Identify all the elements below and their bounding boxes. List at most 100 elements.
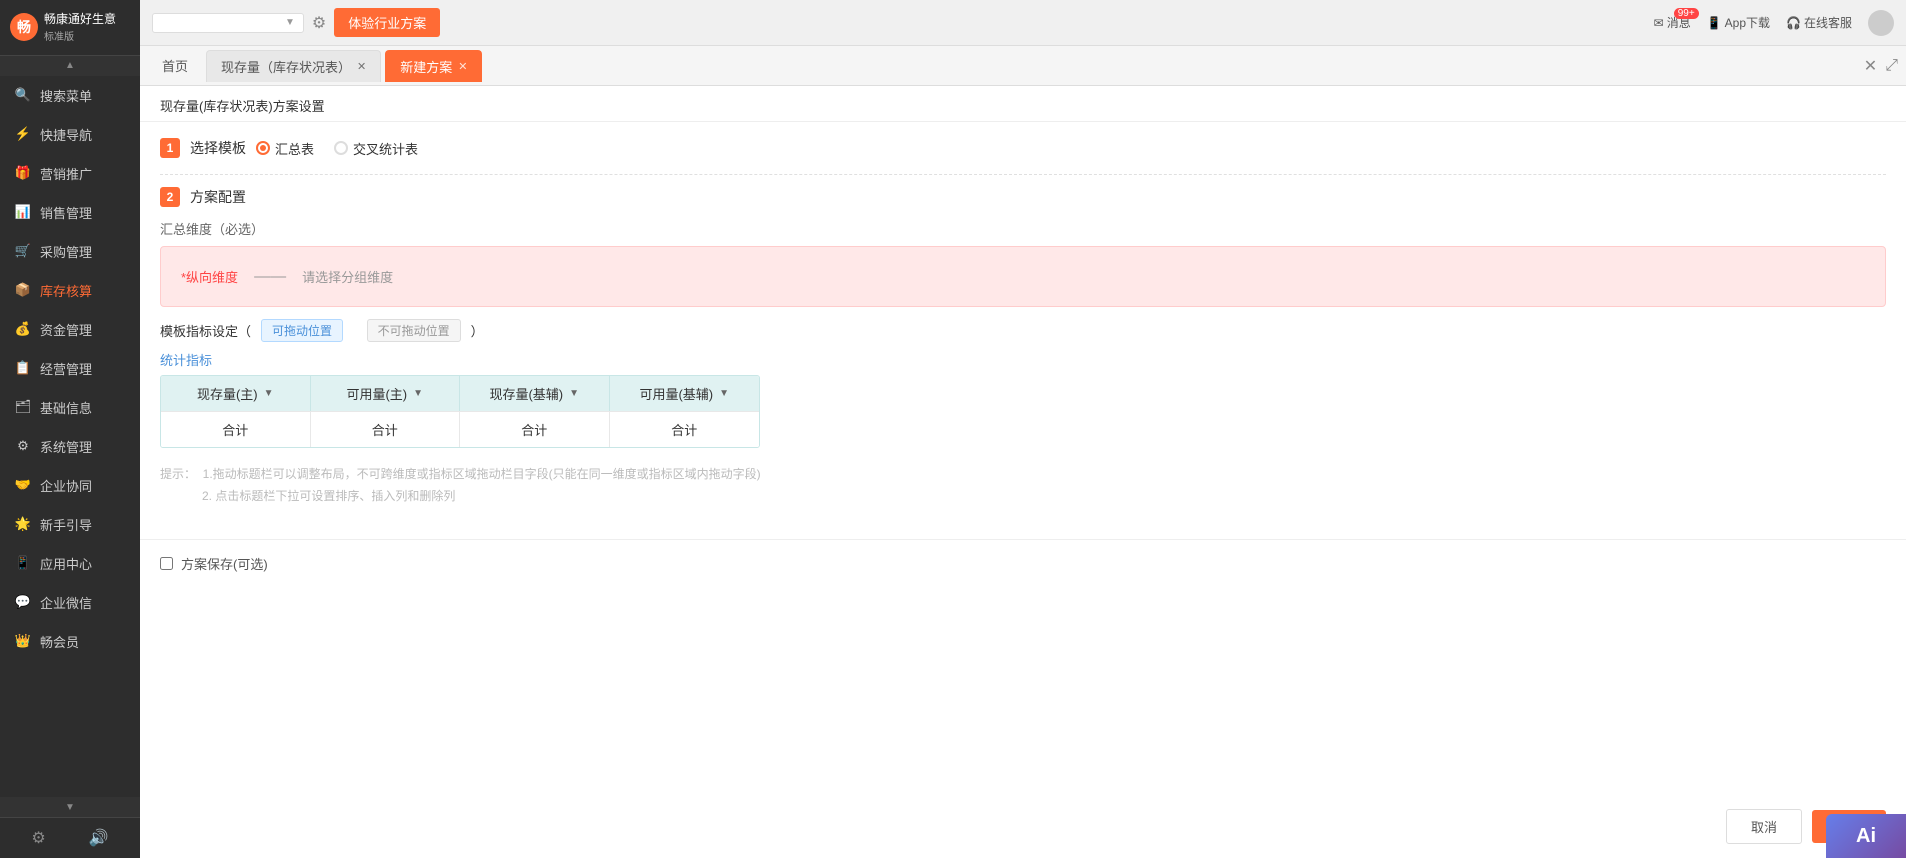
sidebar-item-label: 应用中心	[40, 554, 92, 573]
col-dropdown-1[interactable]: ▼	[413, 388, 423, 399]
sidebar-item-label: 销售管理	[40, 203, 92, 222]
tab-new-scheme-label: 新建方案	[400, 57, 452, 76]
stats-table: 现存量(主) ▼ 可用量(主) ▼ 现存量(基辅) ▼ 可用量(基辅)	[160, 375, 760, 448]
app-icon: 📱	[1707, 16, 1722, 30]
tab-new-scheme-close-icon[interactable]: ✕	[458, 60, 467, 73]
page-header: 现存量(库存状况表)方案设置	[140, 86, 1906, 122]
trial-button[interactable]: 体验行业方案	[334, 8, 440, 37]
service-label: 在线客服	[1804, 14, 1852, 31]
message-button[interactable]: ✉ 消息 99+	[1654, 14, 1691, 31]
sidebar-item-label: 系统管理	[40, 437, 92, 456]
page-footer: 方案保存(可选)	[140, 539, 1906, 587]
tips-label: 提示： 1.拖动标题栏可以调整布局，不可跨维度或指标区域拖动栏目字段(只能在同一…	[160, 464, 1886, 486]
tab-inventory[interactable]: 现存量（库存状况表） ✕	[206, 50, 381, 82]
save-label[interactable]: 方案保存(可选)	[181, 554, 268, 573]
content-area: 现存量(库存状况表)方案设置 1 选择模板 汇总表 交叉统计表	[140, 86, 1906, 858]
sidebar-item-quick-nav[interactable]: ⚡ 快捷导航	[0, 115, 140, 154]
col-header-0[interactable]: 现存量(主) ▼	[161, 376, 311, 411]
cancel-button[interactable]: 取消	[1726, 809, 1802, 844]
search-input-wrap[interactable]: ▼	[152, 13, 304, 33]
basic-info-icon: 🗂	[14, 398, 32, 416]
col-dropdown-2[interactable]: ▼	[569, 388, 579, 399]
sidebar-item-membership[interactable]: 👑 畅会员	[0, 622, 140, 661]
col-header-1[interactable]: 可用量(主) ▼	[311, 376, 461, 411]
sidebar-item-app-center[interactable]: 📱 应用中心	[0, 544, 140, 583]
topbar-dropdown-icon[interactable]: ▼	[285, 17, 295, 28]
sidebar-item-label: 快捷导航	[40, 125, 92, 144]
message-icon: ✉	[1654, 16, 1664, 30]
sidebar-item-system[interactable]: ⚙ 系统管理	[0, 427, 140, 466]
col-header-2[interactable]: 现存量(基辅) ▼	[460, 376, 610, 411]
main-area: ▼ ⚙ 体验行业方案 ✉ 消息 99+ 📱 App下载 🎧 在线客服	[140, 0, 1906, 858]
tab-home[interactable]: 首页	[148, 50, 202, 81]
tab-inventory-close-icon[interactable]: ✕	[357, 60, 366, 73]
radio-cross-circle	[334, 141, 348, 155]
topbar: ▼ ⚙ 体验行业方案 ✉ 消息 99+ 📱 App下载 🎧 在线客服	[140, 0, 1906, 46]
radio-summary[interactable]: 汇总表	[256, 139, 314, 158]
inventory-icon: 📦	[14, 281, 32, 299]
service-button[interactable]: 🎧 在线客服	[1786, 14, 1852, 31]
tab-new-scheme[interactable]: 新建方案 ✕	[385, 50, 482, 82]
sidebar-nav: 🔍 搜索菜单 ⚡ 快捷导航 🎁 营销推广 📊 销售管理 🛒 采购管理 📦 库存核…	[0, 76, 140, 797]
stats-cell-0: 合计	[161, 411, 311, 447]
save-checkbox[interactable]	[160, 557, 173, 570]
dimension-placeholder[interactable]: 请选择分组维度	[302, 267, 393, 286]
sidebar-item-label: 企业微信	[40, 593, 92, 612]
sidebar-item-operations[interactable]: 📋 经营管理	[0, 349, 140, 388]
summary-dimension-label: 汇总维度（必选）	[160, 219, 1886, 238]
membership-icon: 👑	[14, 632, 32, 650]
sidebar-item-inventory[interactable]: 📦 库存核算	[0, 271, 140, 310]
sidebar-item-sales[interactable]: 📊 销售管理	[0, 193, 140, 232]
sidebar-item-label: 畅会员	[40, 632, 79, 651]
search-input[interactable]	[161, 16, 281, 30]
col-dropdown-3[interactable]: ▼	[719, 388, 729, 399]
app-download-button[interactable]: 📱 App下载	[1707, 14, 1770, 31]
dimension-arrow: ——	[254, 268, 286, 286]
sidebar-item-new-user[interactable]: 🌟 新手引导	[0, 505, 140, 544]
indicator-setting-suffix: ）	[471, 321, 484, 340]
radio-cross[interactable]: 交叉统计表	[334, 139, 418, 158]
scheme-body: 1 选择模板 汇总表 交叉统计表	[140, 122, 1906, 539]
sidebar-item-basic-info[interactable]: 🗂 基础信息	[0, 388, 140, 427]
sidebar-item-marketing[interactable]: 🎁 营销推广	[0, 154, 140, 193]
app-name: 畅康通好生意	[44, 12, 116, 28]
sidebar-item-finance[interactable]: 💰 资金管理	[0, 310, 140, 349]
user-avatar-button[interactable]	[1868, 10, 1894, 36]
col-header-label-3: 可用量(基辅)	[639, 384, 713, 403]
sidebar-item-label: 企业协同	[40, 476, 92, 495]
draggable-badge: 可拖动位置	[261, 319, 343, 342]
sidebar-item-enterprise[interactable]: 🤝 企业协同	[0, 466, 140, 505]
settings-footer-icon[interactable]: ⚙	[31, 828, 45, 848]
col-header-label-2: 现存量(基辅)	[489, 384, 563, 403]
search-icon: 🔍	[14, 86, 32, 104]
system-icon: ⚙	[14, 437, 32, 455]
col-header-label-1: 可用量(主)	[346, 384, 407, 403]
sidebar-item-purchase[interactable]: 🛒 采购管理	[0, 232, 140, 271]
ai-badge[interactable]: Ai	[1826, 814, 1906, 858]
window-close-icon[interactable]: ✕	[1864, 56, 1877, 76]
tab-home-label: 首页	[162, 56, 188, 75]
finance-icon: 💰	[14, 320, 32, 338]
tips-section: 提示： 1.拖动标题栏可以调整布局，不可跨维度或指标区域拖动栏目字段(只能在同一…	[160, 464, 1886, 507]
window-expand-icon[interactable]: ⤢	[1885, 57, 1898, 75]
sidebar-footer: ⚙ 🔊	[0, 817, 140, 858]
new-user-icon: 🌟	[14, 515, 32, 533]
stats-cell-3: 合计	[610, 411, 760, 447]
sidebar-item-label: 经营管理	[40, 359, 92, 378]
page-title: 现存量(库存状况表)方案设置	[160, 99, 325, 114]
divider-1	[160, 174, 1886, 175]
indicator-setting-sep	[353, 323, 357, 338]
operations-icon: 📋	[14, 359, 32, 377]
enterprise-icon: 🤝	[14, 476, 32, 494]
col-header-3[interactable]: 可用量(基辅) ▼	[610, 376, 760, 411]
sidebar-scroll-down[interactable]: ▼	[0, 797, 140, 817]
sidebar-item-label: 资金管理	[40, 320, 92, 339]
sidebar-item-search[interactable]: 🔍 搜索菜单	[0, 76, 140, 115]
volume-footer-icon[interactable]: 🔊	[89, 828, 109, 848]
topbar-gear-icon[interactable]: ⚙	[312, 13, 326, 33]
purchase-icon: 🛒	[14, 242, 32, 260]
sidebar-scroll-up[interactable]: ▲	[0, 56, 140, 76]
sidebar-item-wechat[interactable]: 💬 企业微信	[0, 583, 140, 622]
col-dropdown-0[interactable]: ▼	[264, 388, 274, 399]
logo-icon: 畅	[10, 13, 38, 41]
